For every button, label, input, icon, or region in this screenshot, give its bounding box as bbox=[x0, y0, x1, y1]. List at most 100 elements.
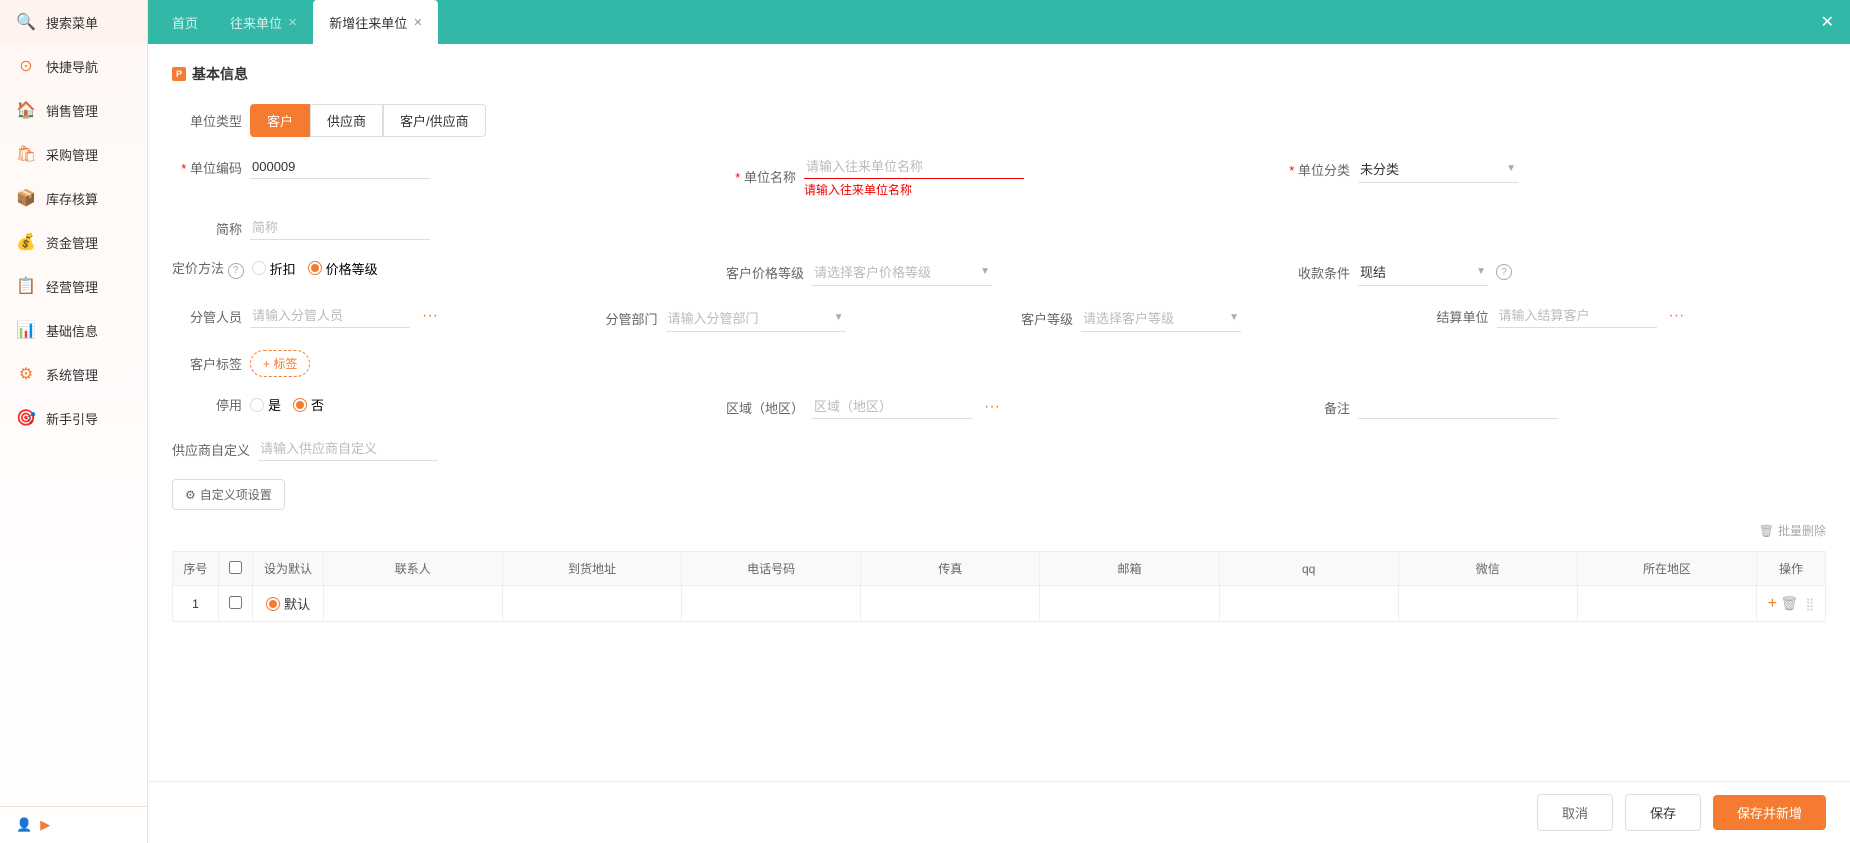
sidebar-item-guide[interactable]: 🎯 新手引导 bbox=[0, 396, 147, 440]
email-input[interactable] bbox=[1050, 597, 1208, 611]
unit-type-customer[interactable]: 客户 bbox=[250, 104, 310, 137]
manager-label: 分管人员 bbox=[172, 307, 242, 326]
unit-type-both[interactable]: 客户/供应商 bbox=[383, 104, 486, 137]
sidebar-item-operation[interactable]: 📋 经营管理 bbox=[0, 264, 147, 308]
alias-row: 简称 bbox=[172, 216, 1826, 240]
payment-condition-select[interactable]: 现结 ▼ bbox=[1358, 258, 1488, 286]
tab-new-partner-close[interactable]: ✕ bbox=[413, 16, 422, 29]
payment-help-icon[interactable]: ? bbox=[1496, 264, 1512, 280]
col-region: 所在地区 bbox=[1577, 552, 1756, 586]
customer-level-field: 客户等级 请选择客户等级 ▼ bbox=[1003, 304, 1411, 332]
settlement-input[interactable] bbox=[1497, 304, 1657, 328]
wechat-input[interactable] bbox=[1409, 597, 1567, 611]
address-input[interactable] bbox=[513, 597, 671, 611]
disabled-yes[interactable]: 是 bbox=[250, 395, 281, 414]
customer-level-chevron: ▼ bbox=[1229, 312, 1239, 323]
department-label: 分管部门 bbox=[588, 309, 658, 328]
manager-more[interactable]: ··· bbox=[418, 307, 442, 325]
disabled-no[interactable]: 否 bbox=[293, 395, 324, 414]
pricing-price-level[interactable]: 价格等级 bbox=[308, 259, 378, 278]
row-region[interactable] bbox=[1577, 586, 1756, 622]
qq-input[interactable] bbox=[1230, 597, 1388, 611]
sidebar-item-system[interactable]: ⚙ 系统管理 bbox=[0, 352, 147, 396]
tab-new-partner[interactable]: 新增往来单位 ✕ bbox=[313, 0, 438, 44]
system-icon: ⚙ bbox=[16, 364, 36, 384]
supplier-custom-label: 供应商自定义 bbox=[172, 440, 250, 459]
supplier-custom-input[interactable] bbox=[258, 437, 438, 461]
row-contact[interactable] bbox=[323, 586, 502, 622]
basic-icon: 📊 bbox=[16, 320, 36, 340]
operation-icon: 📋 bbox=[16, 276, 36, 296]
row-email[interactable] bbox=[1040, 586, 1219, 622]
manager-input[interactable] bbox=[250, 304, 410, 328]
unit-name-input[interactable] bbox=[804, 155, 1024, 179]
unit-type-supplier[interactable]: 供应商 bbox=[310, 104, 383, 137]
alias-input[interactable] bbox=[250, 216, 430, 240]
payment-condition-label: 收款条件 bbox=[1280, 263, 1350, 282]
row-fax[interactable] bbox=[861, 586, 1040, 622]
fax-input[interactable] bbox=[871, 597, 1029, 611]
row-select-checkbox[interactable] bbox=[229, 596, 242, 609]
row-address[interactable] bbox=[502, 586, 681, 622]
sidebar-item-inventory[interactable]: 📦 库存核算 bbox=[0, 176, 147, 220]
form-footer: 取消 保存 保存并新增 bbox=[148, 781, 1850, 843]
remark-label: 备注 bbox=[1280, 398, 1350, 417]
remark-input[interactable] bbox=[1358, 395, 1558, 419]
save-new-button[interactable]: 保存并新增 bbox=[1713, 795, 1826, 830]
unit-type-row: 单位类型 客户 供应商 客户/供应商 bbox=[172, 104, 1826, 137]
tab-home[interactable]: 首页 bbox=[156, 0, 214, 44]
close-all-tabs[interactable]: ✕ bbox=[1813, 12, 1842, 32]
payment-condition-chevron: ▼ bbox=[1476, 266, 1486, 277]
custom-settings-button[interactable]: ⚙ 自定义项设置 bbox=[172, 479, 285, 510]
supplier-custom-field: 供应商自定义 bbox=[172, 437, 1826, 461]
department-select[interactable]: 请输入分管部门 ▼ bbox=[666, 304, 846, 332]
col-contact: 联系人 bbox=[323, 552, 502, 586]
unit-category-label: * 单位分类 bbox=[1280, 160, 1350, 179]
tabs-bar: 首页 往来单位 ✕ 新增往来单位 ✕ ✕ bbox=[148, 0, 1850, 44]
cancel-button[interactable]: 取消 bbox=[1537, 794, 1613, 831]
add-row-button[interactable]: + bbox=[1768, 595, 1777, 612]
region-input[interactable] bbox=[812, 395, 972, 419]
tags-field: 客户标签 + 标签 bbox=[172, 350, 1826, 377]
sidebar-item-purchase[interactable]: 🛍 采购管理 bbox=[0, 132, 147, 176]
settlement-more[interactable]: ··· bbox=[1665, 307, 1689, 325]
customer-level-select[interactable]: 请选择客户等级 ▼ bbox=[1081, 304, 1241, 332]
unit-code-input[interactable] bbox=[250, 155, 430, 179]
batch-delete-row: 🗑 批量删除 bbox=[172, 522, 1826, 539]
select-all-checkbox[interactable] bbox=[229, 561, 242, 574]
save-button[interactable]: 保存 bbox=[1625, 794, 1701, 831]
sidebar-item-quick-nav[interactable]: ⊙ 快捷导航 bbox=[0, 44, 147, 88]
tab-partners-close[interactable]: ✕ bbox=[288, 16, 297, 29]
yes-radio bbox=[250, 398, 264, 412]
sidebar-user-icon: 👤 bbox=[16, 817, 32, 833]
remark-field: 备注 bbox=[1280, 395, 1826, 419]
phone-input[interactable] bbox=[692, 597, 850, 611]
table-region-input[interactable] bbox=[1588, 597, 1746, 611]
settlement-label: 结算单位 bbox=[1419, 307, 1489, 326]
batch-delete-label[interactable]: 批量删除 bbox=[1778, 522, 1826, 539]
tab-partners[interactable]: 往来单位 ✕ bbox=[214, 0, 313, 44]
row-ops: + 🗑 ⣿ bbox=[1757, 586, 1826, 622]
row-qq[interactable] bbox=[1219, 586, 1398, 622]
sidebar-item-finance[interactable]: 💰 资金管理 bbox=[0, 220, 147, 264]
pricing-discount[interactable]: 折扣 bbox=[252, 259, 296, 278]
row-phone[interactable] bbox=[682, 586, 861, 622]
row-default-radio[interactable]: 默认 bbox=[263, 594, 312, 613]
tags-row: 客户标签 + 标签 bbox=[172, 350, 1826, 377]
customer-price-level-select[interactable]: 请选择客户价格等级 ▼ bbox=[812, 258, 992, 286]
batch-delete-icon: 🗑 bbox=[1759, 524, 1774, 538]
del-row-button[interactable]: 🗑 bbox=[1780, 595, 1798, 611]
pricing-help-icon[interactable]: ? bbox=[228, 263, 244, 279]
sidebar-item-basic[interactable]: 📊 基础信息 bbox=[0, 308, 147, 352]
contact-input[interactable] bbox=[334, 597, 492, 611]
sidebar-item-sales[interactable]: 🏠 销售管理 bbox=[0, 88, 147, 132]
unit-name-label: * 单位名称 bbox=[726, 167, 796, 186]
unit-category-select[interactable]: 未分类 ▼ bbox=[1358, 155, 1518, 183]
row-wechat[interactable] bbox=[1398, 586, 1577, 622]
row-checkbox bbox=[218, 586, 253, 622]
region-more[interactable]: ··· bbox=[980, 398, 1004, 416]
sidebar-item-search[interactable]: 🔍 搜索菜单 bbox=[0, 0, 147, 44]
add-tag-button[interactable]: + 标签 bbox=[250, 350, 310, 377]
section-basic-info: P 基本信息 bbox=[172, 64, 1826, 84]
pricing-method-label: 定价方法 ? bbox=[172, 258, 244, 279]
